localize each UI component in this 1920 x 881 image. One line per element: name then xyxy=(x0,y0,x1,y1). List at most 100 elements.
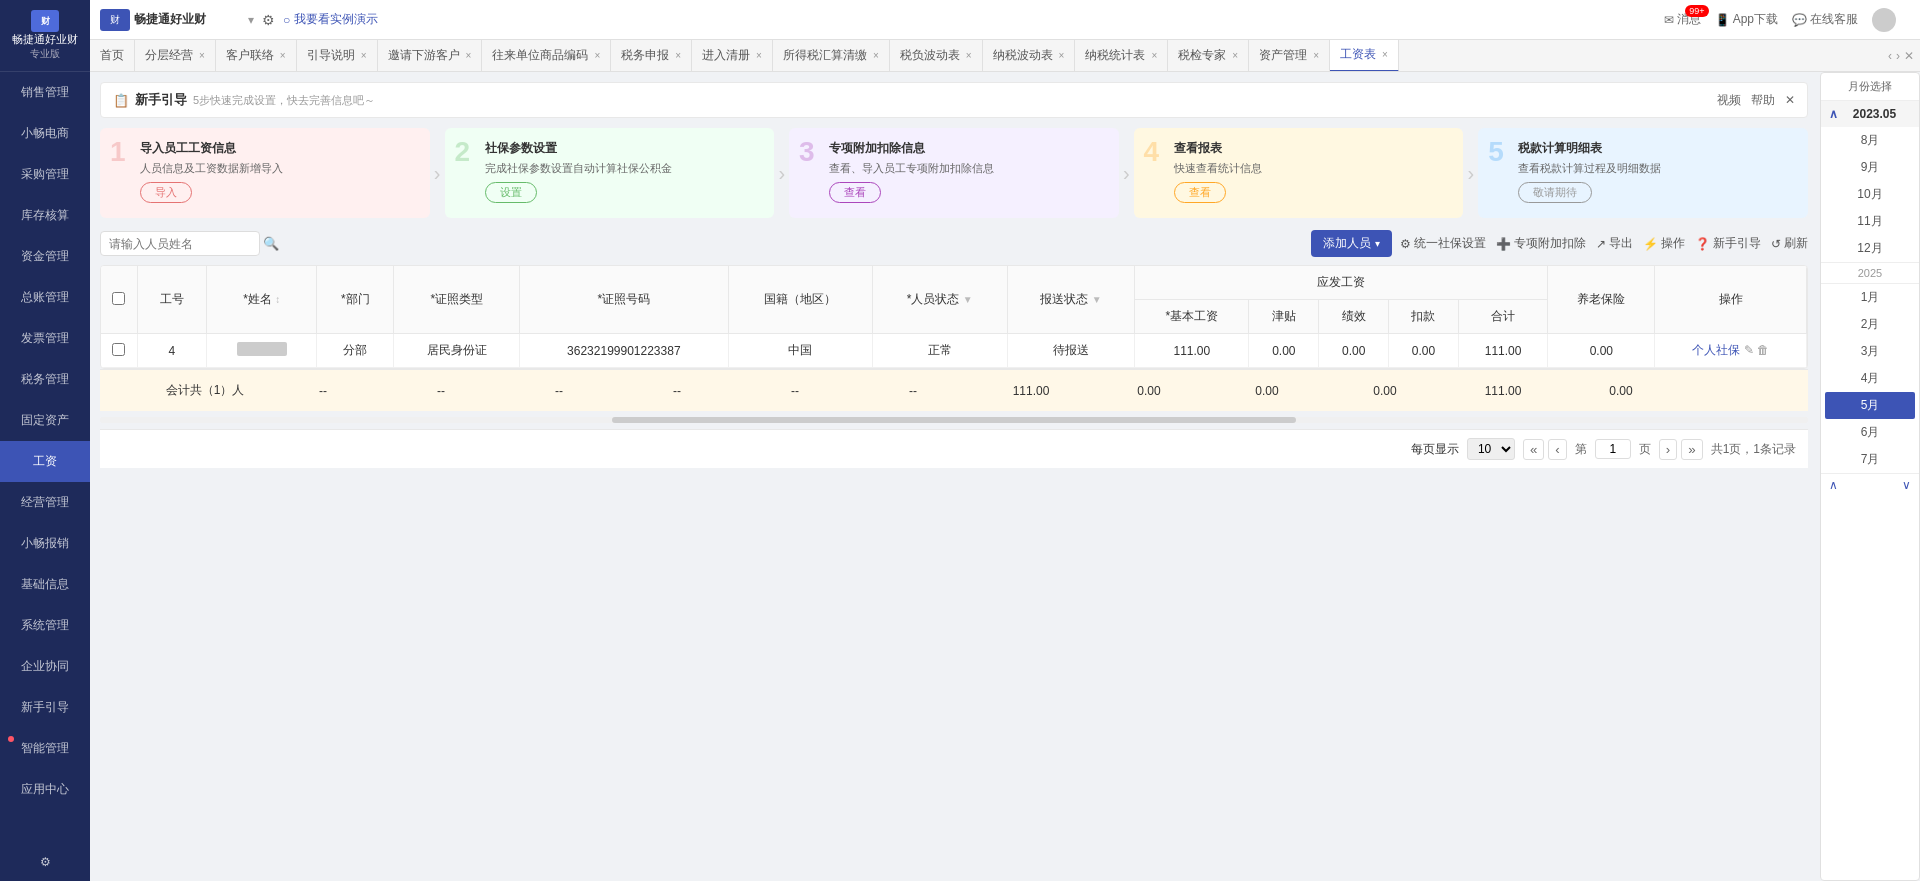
tab-引导说明[interactable]: 引导说明× xyxy=(297,40,378,72)
tab-close-进入清册[interactable]: × xyxy=(756,50,762,61)
sidebar-item-基础信息[interactable]: 基础信息 xyxy=(0,564,90,605)
sidebar-item-销售管理[interactable]: 销售管理 xyxy=(0,72,90,113)
sidebar-item-发票管理[interactable]: 发票管理 xyxy=(0,318,90,359)
month-prev-year-btn[interactable]: ∧ xyxy=(1829,107,1838,121)
online-service-button[interactable]: 💬 在线客服 xyxy=(1792,11,1858,28)
tab-close-工资表[interactable]: × xyxy=(1382,49,1388,60)
tab-分层经营[interactable]: 分层经营× xyxy=(135,40,216,72)
last-page-btn[interactable]: » xyxy=(1681,439,1702,460)
tab-纳税波动表[interactable]: 纳税波动表× xyxy=(983,40,1076,72)
sidebar-item-经营管理[interactable]: 经营管理 xyxy=(0,482,90,523)
avatar[interactable] xyxy=(1872,8,1896,32)
tab-客户联络[interactable]: 客户联络× xyxy=(216,40,297,72)
tab-资产管理[interactable]: 资产管理× xyxy=(1249,40,1330,72)
topbar-settings-icon[interactable]: ⚙ xyxy=(262,12,275,28)
message-button[interactable]: ✉ 消息 99+ xyxy=(1664,11,1701,28)
topbar-dropdown-arrow[interactable]: ▾ xyxy=(248,13,254,27)
row-checkbox[interactable] xyxy=(112,343,125,356)
tab-close-税负波动表[interactable]: × xyxy=(966,50,972,61)
toolbar-action-刷新[interactable]: ↺刷新 xyxy=(1771,235,1808,252)
tab-税负波动表[interactable]: 税负波动表× xyxy=(890,40,983,72)
page-number-input[interactable] xyxy=(1595,439,1631,459)
action-edit-icon[interactable]: ✎ xyxy=(1744,343,1754,357)
sidebar-item-工资[interactable]: 工资 xyxy=(0,441,90,482)
add-employee-button[interactable]: 添加人员 ▾ xyxy=(1311,230,1392,257)
month-item-5月[interactable]: 5月 xyxy=(1825,392,1915,419)
page-size-select[interactable]: 10 20 50 xyxy=(1467,438,1515,460)
tab-close-税检专家[interactable]: × xyxy=(1232,50,1238,61)
month-item-12月[interactable]: 12月 xyxy=(1821,235,1919,262)
tab-close-纳税统计表[interactable]: × xyxy=(1151,50,1157,61)
step-btn-1[interactable]: 导入 xyxy=(140,182,192,203)
toolbar-action-专项附加扣除[interactable]: ➕专项附加扣除 xyxy=(1496,235,1586,252)
month-item-2月[interactable]: 2月 xyxy=(1821,311,1919,338)
month-item-10月[interactable]: 10月 xyxy=(1821,181,1919,208)
topbar-demo-link[interactable]: ○ 我要看实例演示 xyxy=(283,11,378,28)
step-btn-2[interactable]: 设置 xyxy=(485,182,537,203)
scrollbar-thumb[interactable] xyxy=(612,417,1295,423)
toolbar-action-统一社保设置[interactable]: ⚙统一社保设置 xyxy=(1400,235,1486,252)
settings-button[interactable]: ⚙ xyxy=(0,843,90,881)
month-item-3月[interactable]: 3月 xyxy=(1821,338,1919,365)
sidebar-item-企业协同[interactable]: 企业协同 xyxy=(0,646,90,687)
sidebar-item-小畅报销[interactable]: 小畅报销 xyxy=(0,523,90,564)
sidebar-item-资金管理[interactable]: 资金管理 xyxy=(0,236,90,277)
sidebar-item-应用中心[interactable]: 应用中心 xyxy=(0,769,90,810)
next-page-btn[interactable]: › xyxy=(1659,439,1677,460)
tab-close-邀请下游客户[interactable]: × xyxy=(466,50,472,61)
first-page-btn[interactable]: « xyxy=(1523,439,1544,460)
app-download-button[interactable]: 📱 App下载 xyxy=(1715,11,1778,28)
sidebar-item-税务管理[interactable]: 税务管理 xyxy=(0,359,90,400)
toolbar-action-操作[interactable]: ⚡操作 xyxy=(1643,235,1685,252)
month-item-6月[interactable]: 6月 xyxy=(1821,419,1919,446)
toolbar-action-新手引导[interactable]: ❓新手引导 xyxy=(1695,235,1761,252)
month-item-11月[interactable]: 11月 xyxy=(1821,208,1919,235)
toolbar-action-导出[interactable]: ↗导出 xyxy=(1596,235,1633,252)
sidebar-item-小畅电商[interactable]: 小畅电商 xyxy=(0,113,90,154)
tab-进入清册[interactable]: 进入清册× xyxy=(692,40,773,72)
sidebar-item-智能管理[interactable]: 智能管理 xyxy=(0,728,90,769)
tabs-nav[interactable]: ‹ › ✕ xyxy=(1882,49,1920,63)
sidebar-item-固定资产[interactable]: 固定资产 xyxy=(0,400,90,441)
sidebar-item-总账管理[interactable]: 总账管理 xyxy=(0,277,90,318)
select-all-checkbox[interactable] xyxy=(112,292,125,305)
tab-close-引导说明[interactable]: × xyxy=(361,50,367,61)
tab-税务申报[interactable]: 税务申报× xyxy=(611,40,692,72)
step-btn-5[interactable]: 敬请期待 xyxy=(1518,182,1592,203)
month-item-9月[interactable]: 9月 xyxy=(1821,154,1919,181)
tab-close-税务申报[interactable]: × xyxy=(675,50,681,61)
month-scroll-up-btn[interactable]: ∧ xyxy=(1829,478,1838,492)
tab-税检专家[interactable]: 税检专家× xyxy=(1168,40,1249,72)
guide-video-btn[interactable]: 视频 xyxy=(1717,92,1741,109)
prev-page-btn[interactable]: ‹ xyxy=(1548,439,1566,460)
sidebar-item-采购管理[interactable]: 采购管理 xyxy=(0,154,90,195)
horizontal-scrollbar[interactable] xyxy=(100,417,1808,423)
tab-close-客户联络[interactable]: × xyxy=(280,50,286,61)
tab-纳税统计表[interactable]: 纳税统计表× xyxy=(1075,40,1168,72)
tab-close-往来单位商品编码[interactable]: × xyxy=(594,50,600,61)
action-personal-insurance[interactable]: 个人社保 xyxy=(1692,343,1740,357)
sidebar-item-新手引导[interactable]: 新手引导 xyxy=(0,687,90,728)
month-item-8月[interactable]: 8月 xyxy=(1821,127,1919,154)
action-delete-icon[interactable]: 🗑 xyxy=(1757,343,1769,357)
sidebar-item-库存核算[interactable]: 库存核算 xyxy=(0,195,90,236)
tab-close-纳税波动表[interactable]: × xyxy=(1059,50,1065,61)
guide-close-btn[interactable]: ✕ xyxy=(1785,93,1795,107)
sidebar-item-系统管理[interactable]: 系统管理 xyxy=(0,605,90,646)
tab-往来单位商品编码[interactable]: 往来单位商品编码× xyxy=(482,40,611,72)
tab-工资表[interactable]: 工资表× xyxy=(1330,40,1399,72)
search-input[interactable] xyxy=(109,237,259,251)
tab-close-所得税汇算清缴[interactable]: × xyxy=(873,50,879,61)
month-item-1月[interactable]: 1月 xyxy=(1821,284,1919,311)
tab-所得税汇算清缴[interactable]: 所得税汇算清缴× xyxy=(773,40,890,72)
tab-邀请下游客户[interactable]: 邀请下游客户× xyxy=(378,40,483,72)
guide-help-btn[interactable]: 帮助 xyxy=(1751,92,1775,109)
month-scroll-down-btn[interactable]: ∨ xyxy=(1902,478,1911,492)
month-item-7月[interactable]: 7月 xyxy=(1821,446,1919,473)
tab-close-资产管理[interactable]: × xyxy=(1313,50,1319,61)
search-icon[interactable]: 🔍 xyxy=(263,236,279,251)
month-item-4月[interactable]: 4月 xyxy=(1821,365,1919,392)
step-btn-4[interactable]: 查看 xyxy=(1174,182,1226,203)
tab-首页[interactable]: 首页 xyxy=(90,40,135,72)
step-btn-3[interactable]: 查看 xyxy=(829,182,881,203)
